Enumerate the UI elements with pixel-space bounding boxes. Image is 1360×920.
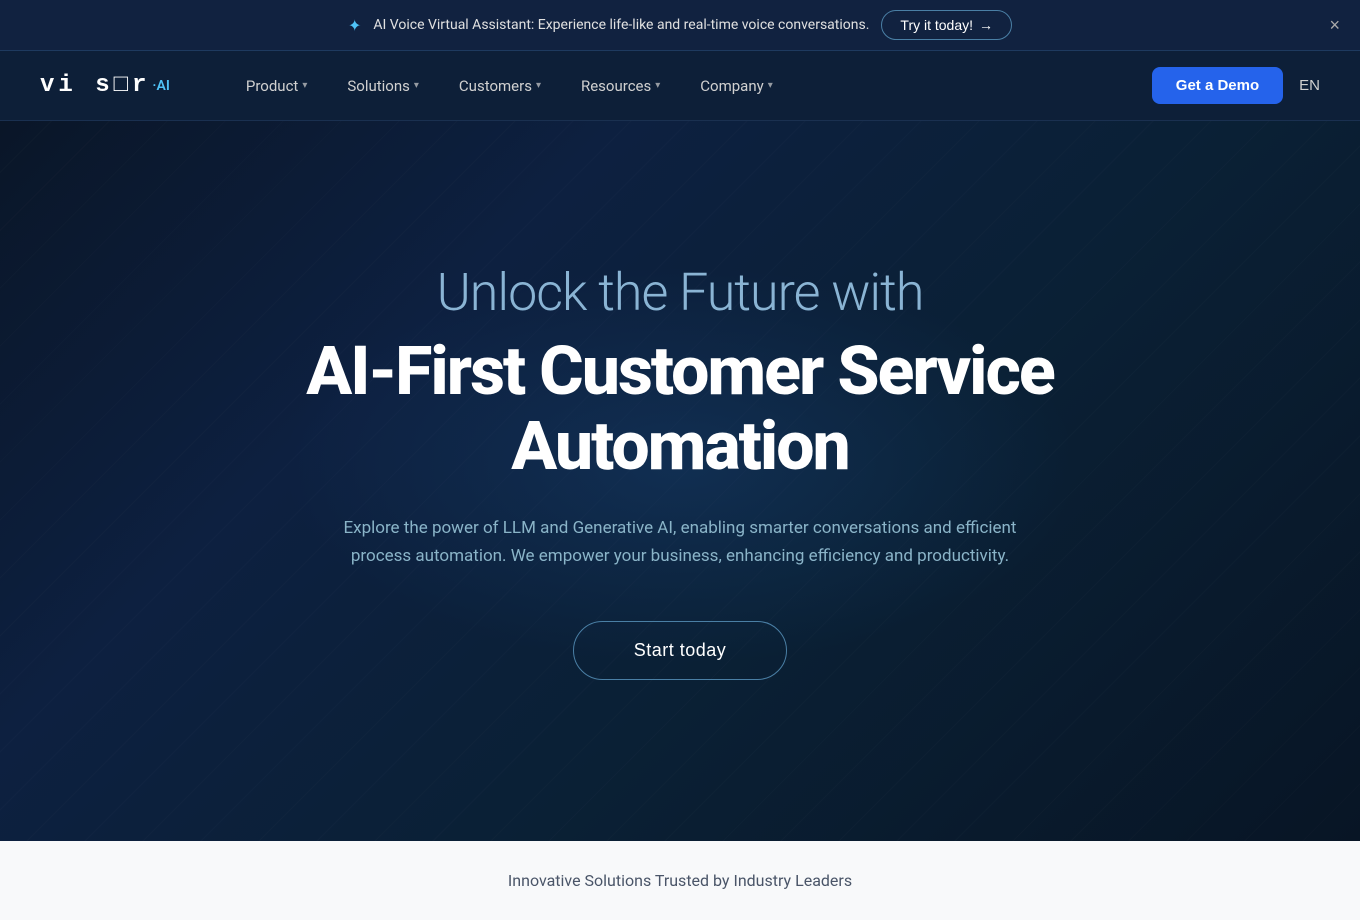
start-today-button[interactable]: Start today — [573, 621, 788, 680]
nav-right: Get a Demo EN — [1152, 67, 1320, 104]
nav-item-customers[interactable]: Customers ▾ — [443, 67, 557, 105]
close-button[interactable]: × — [1329, 16, 1340, 34]
hero-title: AI-First Customer Service Automation — [230, 334, 1130, 484]
get-demo-button[interactable]: Get a Demo — [1152, 67, 1283, 104]
chevron-down-icon: ▾ — [655, 80, 660, 91]
hero-section: Unlock the Future with AI-First Customer… — [0, 121, 1360, 841]
nav-label-company: Company — [700, 77, 763, 95]
navbar: vi s□r·AI Product ▾ Solutions ▾ Customer… — [0, 51, 1360, 121]
announcement-text: AI Voice Virtual Assistant: Experience l… — [373, 17, 869, 33]
language-selector[interactable]: EN — [1299, 77, 1320, 94]
hero-content: Unlock the Future with AI-First Customer… — [230, 262, 1130, 681]
logo-wordmark: vi s□r — [40, 72, 150, 99]
try-it-button[interactable]: Try it today! → — [881, 10, 1012, 40]
nav-label-product: Product — [246, 77, 298, 95]
nav-item-company[interactable]: Company ▾ — [684, 67, 788, 105]
bottom-section: Innovative Solutions Trusted by Industry… — [0, 841, 1360, 920]
nav-item-resources[interactable]: Resources ▾ — [565, 67, 676, 105]
chevron-down-icon: ▾ — [536, 80, 541, 91]
chevron-down-icon: ▾ — [768, 80, 773, 91]
nav-label-customers: Customers — [459, 77, 532, 95]
bottom-text: Innovative Solutions Trusted by Industry… — [40, 871, 1320, 890]
chevron-down-icon: ▾ — [302, 80, 307, 91]
logo-ai-badge: ·AI — [152, 78, 169, 94]
hero-description: Explore the power of LLM and Generative … — [330, 514, 1030, 572]
logo[interactable]: vi s□r·AI — [40, 72, 170, 99]
nav-label-resources: Resources — [581, 77, 651, 95]
nav-links: Product ▾ Solutions ▾ Customers ▾ Resour… — [230, 67, 1152, 105]
hero-subtitle: Unlock the Future with — [230, 262, 1130, 324]
announcement-bar: ✦ AI Voice Virtual Assistant: Experience… — [0, 0, 1360, 51]
nav-label-solutions: Solutions — [347, 77, 410, 95]
nav-item-solutions[interactable]: Solutions ▾ — [331, 67, 435, 105]
chevron-down-icon: ▾ — [414, 80, 419, 91]
nav-item-product[interactable]: Product ▾ — [230, 67, 323, 105]
star-icon: ✦ — [348, 16, 361, 35]
arrow-icon: → — [979, 17, 993, 33]
